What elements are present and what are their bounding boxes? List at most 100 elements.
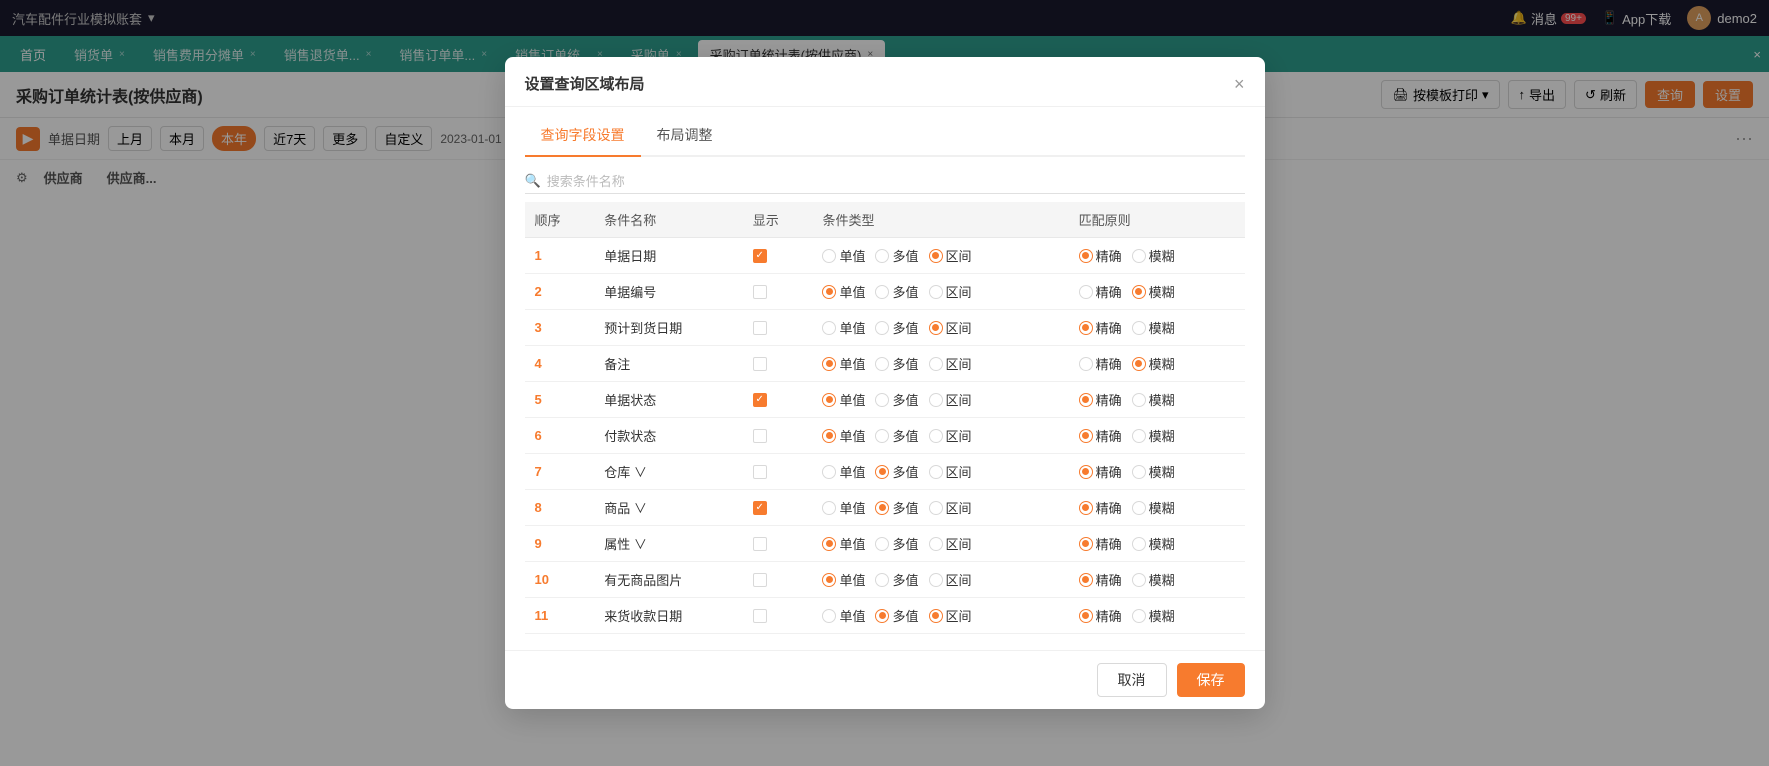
fuzzy-radio[interactable]: 模糊 [1132,606,1175,625]
single-radio-label: 单值 [839,462,865,481]
exact-radio[interactable]: 精确 [1079,606,1122,625]
single-radio[interactable]: 单值 [822,354,865,373]
multi-radio-label: 多值 [892,282,918,301]
display-checkbox[interactable] [753,609,767,623]
row-display[interactable] [743,598,813,634]
range-radio[interactable]: 区间 [929,246,972,265]
row-match: 精确模糊 [1069,454,1245,490]
fuzzy-radio-circle [1132,393,1146,407]
display-checkbox[interactable] [753,249,767,263]
multi-radio[interactable]: 多值 [875,246,918,265]
multi-radio[interactable]: 多值 [875,318,918,337]
fuzzy-radio[interactable]: 模糊 [1132,462,1175,481]
fuzzy-radio[interactable]: 模糊 [1132,282,1175,301]
range-radio[interactable]: 区间 [929,570,972,589]
multi-radio[interactable]: 多值 [875,498,918,517]
multi-radio[interactable]: 多值 [875,570,918,589]
row-display[interactable] [743,346,813,382]
order-number: 8 [535,500,542,515]
exact-radio[interactable]: 精确 [1079,354,1122,373]
single-radio[interactable]: 单值 [822,390,865,409]
display-checkbox[interactable] [753,429,767,443]
range-radio[interactable]: 区间 [929,534,972,553]
fuzzy-radio[interactable]: 模糊 [1132,390,1175,409]
single-radio[interactable]: 单值 [822,570,865,589]
row-display[interactable] [743,238,813,274]
row-display[interactable] [743,274,813,310]
single-radio[interactable]: 单值 [822,246,865,265]
display-checkbox[interactable] [753,501,767,515]
display-checkbox[interactable] [753,393,767,407]
row-type: 单值多值区间 [812,382,1068,418]
fuzzy-radio[interactable]: 模糊 [1132,246,1175,265]
row-display[interactable] [743,310,813,346]
modal-overlay: 设置查询区域布局 × 查询字段设置 布局调整 🔍 [0,72,1769,766]
row-display[interactable] [743,382,813,418]
fuzzy-radio[interactable]: 模糊 [1132,354,1175,373]
multi-radio[interactable]: 多值 [875,462,918,481]
fuzzy-radio[interactable]: 模糊 [1132,570,1175,589]
row-display[interactable] [743,418,813,454]
range-radio[interactable]: 区间 [929,354,972,373]
range-radio[interactable]: 区间 [929,606,972,625]
range-radio[interactable]: 区间 [929,318,972,337]
single-radio-label: 单值 [839,390,865,409]
exact-radio[interactable]: 精确 [1079,426,1122,445]
exact-radio[interactable]: 精确 [1079,246,1122,265]
row-display[interactable] [743,490,813,526]
range-radio[interactable]: 区间 [929,390,972,409]
fuzzy-radio[interactable]: 模糊 [1132,498,1175,517]
search-input[interactable] [547,174,1245,189]
exact-radio[interactable]: 精确 [1079,462,1122,481]
exact-radio[interactable]: 精确 [1079,534,1122,553]
multi-radio[interactable]: 多值 [875,390,918,409]
single-radio[interactable]: 单值 [822,498,865,517]
multi-radio[interactable]: 多值 [875,426,918,445]
single-radio[interactable]: 单值 [822,426,865,445]
range-radio[interactable]: 区间 [929,498,972,517]
modal-close-button[interactable]: × [1234,75,1245,93]
display-checkbox[interactable] [753,573,767,587]
exact-radio[interactable]: 精确 [1079,318,1122,337]
order-number: 4 [535,356,542,371]
row-display[interactable] [743,526,813,562]
exact-radio-label: 精确 [1096,282,1122,301]
fuzzy-radio[interactable]: 模糊 [1132,426,1175,445]
fuzzy-radio[interactable]: 模糊 [1132,318,1175,337]
exact-radio[interactable]: 精确 [1079,570,1122,589]
range-radio[interactable]: 区间 [929,282,972,301]
display-checkbox[interactable] [753,537,767,551]
single-radio[interactable]: 单值 [822,534,865,553]
row-display[interactable] [743,454,813,490]
exact-radio[interactable]: 精确 [1079,282,1122,301]
order-number: 5 [535,392,542,407]
modal-tab-query-fields[interactable]: 查询字段设置 [525,119,641,157]
multi-radio[interactable]: 多值 [875,282,918,301]
single-radio[interactable]: 单值 [822,606,865,625]
display-checkbox[interactable] [753,321,767,335]
fuzzy-radio[interactable]: 模糊 [1132,534,1175,553]
exact-radio[interactable]: 精确 [1079,390,1122,409]
modal-tab-layout-adjust[interactable]: 布局调整 [641,119,729,157]
range-radio-circle [929,321,943,335]
multi-radio[interactable]: 多值 [875,534,918,553]
cancel-button[interactable]: 取消 [1097,663,1167,697]
type-radio-group: 单值多值区间 [822,354,1058,373]
exact-radio[interactable]: 精确 [1079,498,1122,517]
row-order: 5 [525,382,595,418]
display-checkbox[interactable] [753,465,767,479]
single-radio[interactable]: 单值 [822,282,865,301]
range-radio[interactable]: 区间 [929,462,972,481]
single-radio[interactable]: 单值 [822,462,865,481]
row-type: 单值多值区间 [812,562,1068,598]
range-radio[interactable]: 区间 [929,426,972,445]
row-type: 单值多值区间 [812,310,1068,346]
save-button[interactable]: 保存 [1177,663,1245,697]
display-checkbox[interactable] [753,357,767,371]
display-checkbox[interactable] [753,285,767,299]
multi-radio-label: 多值 [892,534,918,553]
single-radio[interactable]: 单值 [822,318,865,337]
row-display[interactable] [743,562,813,598]
multi-radio[interactable]: 多值 [875,606,918,625]
multi-radio[interactable]: 多值 [875,354,918,373]
